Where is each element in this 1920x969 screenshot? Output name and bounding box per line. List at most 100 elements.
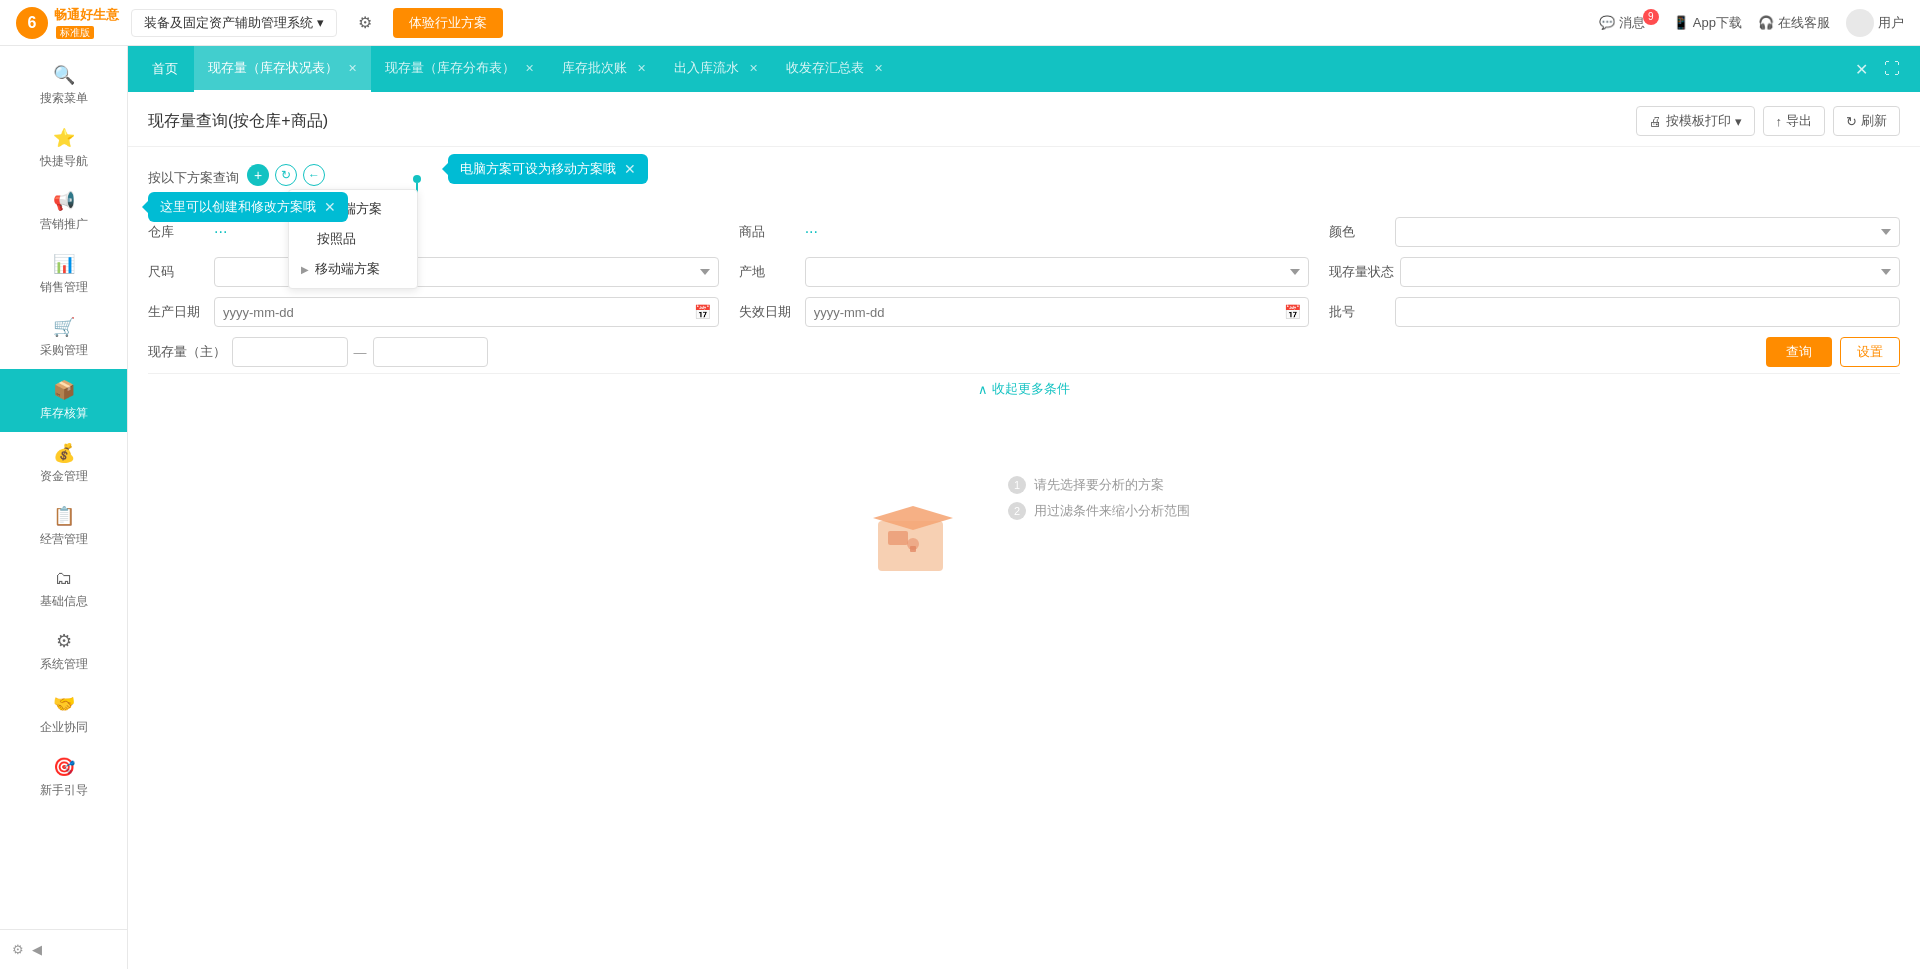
sidebar-collapse-icon[interactable]: ◀ — [32, 942, 42, 957]
refresh-button[interactable]: ↻ 刷新 — [1833, 106, 1900, 136]
trial-button[interactable]: 体验行业方案 — [393, 8, 503, 38]
prod-date-start-input[interactable] — [214, 297, 719, 327]
sidebar-item-quick-nav[interactable]: ⭐ 快捷导航 — [0, 117, 127, 180]
goods-dots-btn[interactable]: ··· — [805, 223, 818, 241]
tab-close-all-button[interactable]: ✕ — [1851, 56, 1872, 83]
filter-item-size: 尺码 — [148, 257, 719, 287]
sidebar-item-finance[interactable]: 💰 资金管理 — [0, 432, 127, 495]
prod-date-start-calendar-icon[interactable]: 📅 — [694, 304, 711, 320]
sidebar-item-inventory[interactable]: 📦 库存核算 — [0, 369, 127, 432]
stock-status-select[interactable] — [1400, 257, 1900, 287]
filter-item-goods: 商品 ··· — [739, 217, 1310, 247]
tab-bar: 首页 现存量（库存状况表） ✕ 现存量（库存分布表） ✕ 库存批次账 ✕ 出入库… — [128, 46, 1920, 92]
search-action-buttons: 查询 设置 — [1766, 337, 1900, 367]
main-container: 🔍 搜索菜单 ⭐ 快捷导航 📢 营销推广 📊 销售管理 🛒 采购管理 📦 库存核… — [0, 46, 1920, 969]
expire-date-start-calendar-icon[interactable]: 📅 — [1284, 304, 1301, 320]
scheme-back-button[interactable]: ← — [303, 164, 325, 186]
stock-main-max-input[interactable] — [373, 337, 489, 367]
sales-icon: 📊 — [53, 253, 75, 275]
empty-step-2: 2 用过滤条件来缩小分析范围 — [1008, 502, 1190, 520]
online-support-button[interactable]: 🎧 在线客服 — [1758, 14, 1830, 32]
sidebar-item-purchase[interactable]: 🛒 采购管理 — [0, 306, 127, 369]
scheme-tree-item-by-product[interactable]: 按照品 — [289, 224, 417, 254]
system-icon: ⚙ — [56, 630, 72, 652]
collapse-icon: ▶ — [301, 264, 309, 275]
avatar — [1846, 9, 1874, 37]
sidebar-item-operations[interactable]: 📋 经营管理 — [0, 495, 127, 558]
filter-item-prod-date: 生产日期 📅 — [148, 297, 719, 327]
logo-badge: 标准版 — [56, 26, 94, 39]
empty-illustration — [858, 476, 968, 586]
sidebar-item-basic-info[interactable]: 🗂 基础信息 — [0, 558, 127, 620]
headset-icon: 🎧 — [1758, 15, 1774, 30]
chevron-down-icon: ▾ — [1735, 114, 1742, 129]
dot-indicator — [413, 175, 421, 183]
sidebar-footer: ⚙ ◀ — [0, 929, 127, 969]
star-icon: ⭐ — [53, 127, 75, 149]
tab-in-out-flow[interactable]: 出入库流水 ✕ — [660, 46, 772, 92]
filter-area: 按以下方案查询 + ↻ ← ▼ 电脑端方案 按照品 — [128, 147, 1920, 416]
origin-select[interactable] — [805, 257, 1310, 287]
sidebar-item-guide[interactable]: 🎯 新手引导 — [0, 746, 127, 809]
enterprise-icon: 🤝 — [53, 693, 75, 715]
sidebar-item-system[interactable]: ⚙ 系统管理 — [0, 620, 127, 683]
tab-inventory-dist[interactable]: 现存量（库存分布表） ✕ — [371, 46, 548, 92]
page-header: 现存量查询(按仓库+商品) 🖨 按模板打印 ▾ ↑ 导出 ↻ 刷新 — [128, 92, 1920, 147]
warehouse-dots-btn[interactable]: ··· — [214, 223, 227, 241]
content-area: 首页 现存量（库存状况表） ✕ 现存量（库存分布表） ✕ 库存批次账 ✕ 出入库… — [128, 46, 1920, 969]
tab-recv-summary[interactable]: 收发存汇总表 ✕ — [772, 46, 897, 92]
footer-settings-icon[interactable]: ⚙ — [12, 942, 24, 957]
sidebar: 🔍 搜索菜单 ⭐ 快捷导航 📢 营销推广 📊 销售管理 🛒 采购管理 📦 库存核… — [0, 46, 128, 969]
tab-inventory-status[interactable]: 现存量（库存状况表） ✕ — [194, 46, 371, 92]
sidebar-item-search-menu[interactable]: 🔍 搜索菜单 — [0, 54, 127, 117]
top-header: 6 畅通好生意 标准版 装备及固定资产辅助管理系统 ▾ ⚙ 体验行业方案 💬 消… — [0, 0, 1920, 46]
guide-icon: 🎯 — [53, 756, 75, 778]
tab-close-in-out-flow[interactable]: ✕ — [749, 62, 758, 75]
finance-icon: 💰 — [53, 442, 75, 464]
tab-close-inventory-dist[interactable]: ✕ — [525, 62, 534, 75]
system-selector[interactable]: 装备及固定资产辅助管理系统 ▾ — [131, 9, 337, 37]
messages-button[interactable]: 💬 消息 9 — [1599, 14, 1657, 32]
tooltip1-close-button[interactable]: ✕ — [624, 161, 636, 177]
tab-close-recv-summary[interactable]: ✕ — [874, 62, 883, 75]
scheme-refresh-button[interactable]: ↻ — [275, 164, 297, 186]
header-left: 6 畅通好生意 标准版 装备及固定资产辅助管理系统 ▾ ⚙ 体验行业方案 — [16, 6, 503, 40]
scheme-tree-item-mobile[interactable]: ▶ 移动端方案 — [289, 254, 417, 284]
filter-label: 按以下方案查询 — [148, 163, 239, 187]
tooltip2-close-button[interactable]: ✕ — [324, 199, 336, 215]
batch-input[interactable] — [1395, 297, 1900, 327]
sidebar-item-marketing[interactable]: 📢 营销推广 — [0, 180, 127, 243]
tab-close-batch-ledger[interactable]: ✕ — [637, 62, 646, 75]
chevron-down-icon: ▾ — [317, 15, 324, 30]
filter-item-color: 颜色 — [1329, 217, 1900, 247]
user-menu-button[interactable]: 用户 — [1846, 9, 1904, 37]
expire-date-start-input[interactable] — [805, 297, 1310, 327]
msg-count-badge: 9 — [1643, 9, 1659, 25]
sidebar-item-sales[interactable]: 📊 销售管理 — [0, 243, 127, 306]
svg-rect-1 — [888, 531, 908, 545]
sidebar-item-enterprise[interactable]: 🤝 企业协同 — [0, 683, 127, 746]
tab-maximize-button[interactable]: ⛶ — [1880, 56, 1904, 82]
collapse-button[interactable]: ∧ 收起更多条件 — [148, 373, 1900, 404]
print-template-button[interactable]: 🖨 按模板打印 ▾ — [1636, 106, 1755, 136]
tab-close-inventory-status[interactable]: ✕ — [348, 62, 357, 75]
operations-icon: 📋 — [53, 505, 75, 527]
reset-button[interactable]: 设置 — [1840, 337, 1900, 367]
scheme-add-button[interactable]: + — [247, 164, 269, 186]
logo-icon: 6 — [16, 7, 48, 39]
phone-icon: 📱 — [1673, 15, 1689, 30]
app-download-button[interactable]: 📱 App下载 — [1673, 14, 1742, 32]
export-button[interactable]: ↑ 导出 — [1763, 106, 1826, 136]
filter-item-origin: 产地 — [739, 257, 1310, 287]
logo-text: 畅通好生意 标准版 — [54, 6, 119, 40]
color-select[interactable] — [1395, 217, 1900, 247]
search-button[interactable]: 查询 — [1766, 337, 1832, 367]
search-icon: 🔍 — [53, 64, 75, 86]
filter-item-expire-date: 失效日期 📅 — [739, 297, 1310, 327]
stock-main-min-input[interactable] — [232, 337, 348, 367]
scheme-tooltip1: 电脑方案可设为移动方案哦 ✕ — [448, 154, 648, 184]
settings-button[interactable]: ⚙ — [349, 7, 381, 39]
tab-home[interactable]: 首页 — [136, 46, 194, 92]
tab-batch-ledger[interactable]: 库存批次账 ✕ — [548, 46, 660, 92]
scheme-row: 按以下方案查询 + ↻ ← ▼ 电脑端方案 按照品 — [148, 159, 1900, 187]
